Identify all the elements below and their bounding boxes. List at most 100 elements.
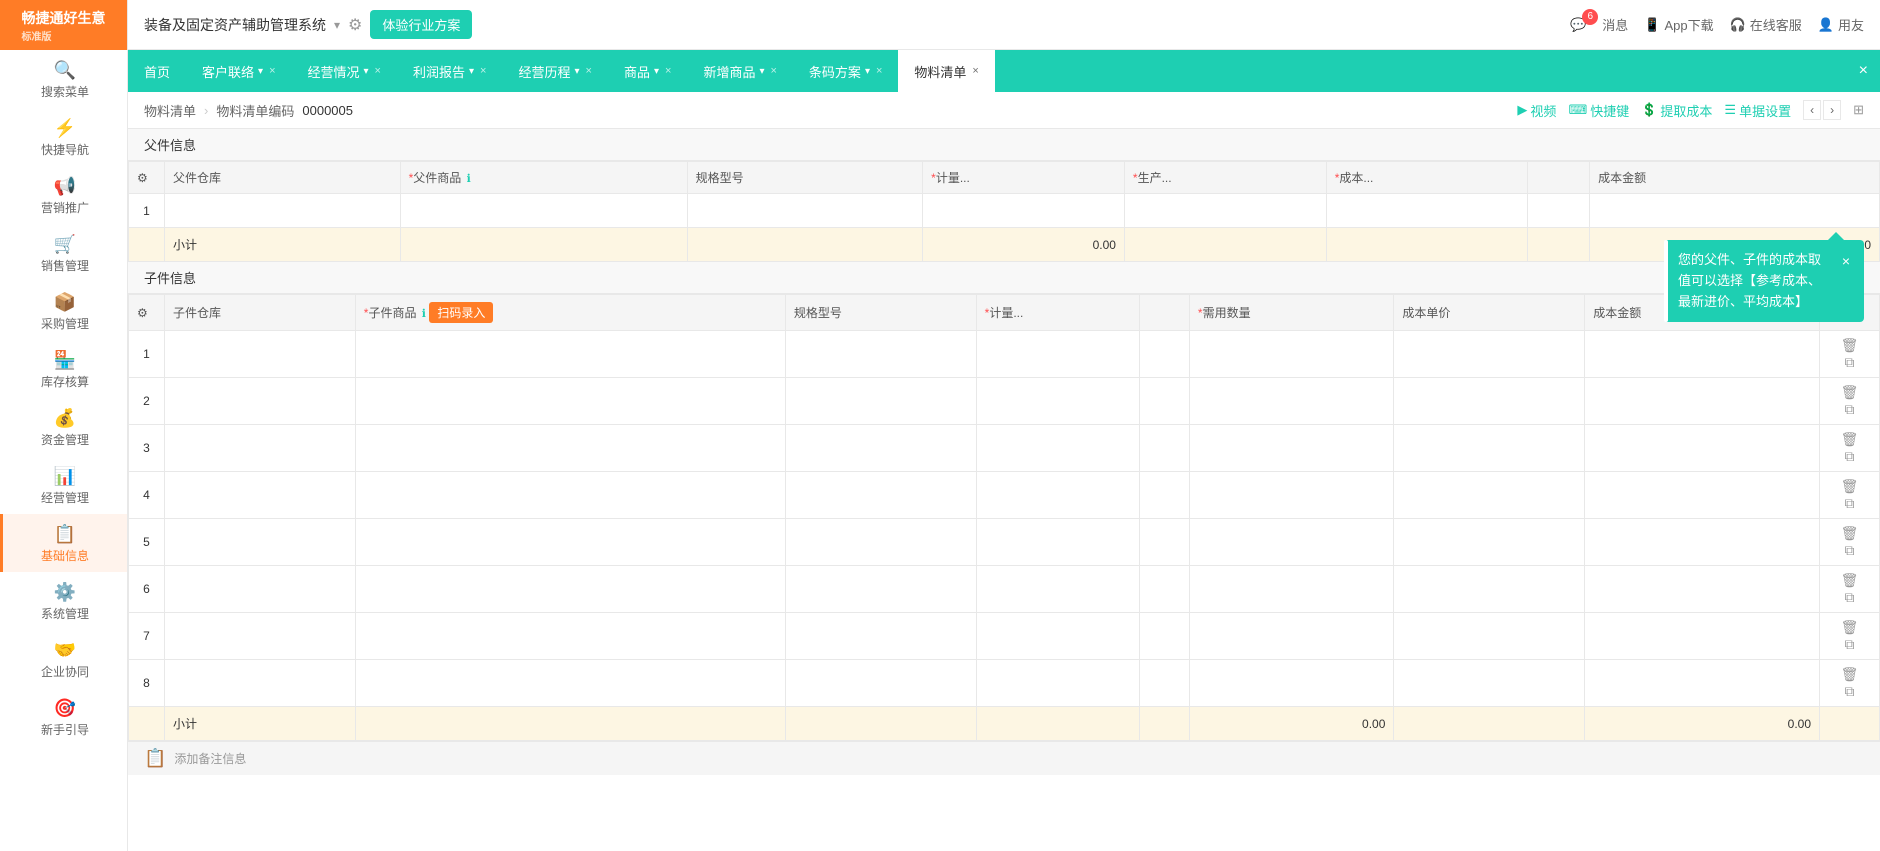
child-unit-cost-cell[interactable] bbox=[1394, 378, 1585, 425]
child-unit-cell[interactable] bbox=[976, 613, 1139, 660]
tab-product[interactable]: 商品 ▾ × bbox=[608, 50, 687, 92]
sidebar-item-system[interactable]: ⚙️ 系统管理 bbox=[0, 572, 127, 630]
child-unit-cost-cell[interactable] bbox=[1394, 331, 1585, 378]
delete-icon[interactable]: 🗑 bbox=[1841, 478, 1859, 494]
child-spec-cell[interactable] bbox=[785, 566, 976, 613]
child-product-cell[interactable] bbox=[355, 613, 785, 660]
child-spec-cell[interactable] bbox=[785, 378, 976, 425]
child-unit-cell[interactable] bbox=[976, 378, 1139, 425]
child-spec-cell[interactable] bbox=[785, 660, 976, 707]
settings-icon[interactable]: ⚙ bbox=[348, 15, 362, 35]
tab-profit[interactable]: 利润报告 ▾ × bbox=[397, 50, 502, 92]
child-product-cell[interactable] bbox=[355, 472, 785, 519]
child-quantity-cell[interactable] bbox=[1189, 519, 1393, 566]
copy-icon[interactable]: ⧉ bbox=[1845, 401, 1855, 417]
child-unit-cost-cell[interactable] bbox=[1394, 613, 1585, 660]
child-product-cell[interactable] bbox=[355, 566, 785, 613]
app-download-button[interactable]: 📱 App下载 bbox=[1644, 15, 1713, 34]
delete-icon[interactable]: 🗑 bbox=[1841, 525, 1859, 541]
sidebar-item-marketing[interactable]: 📢 营销推广 bbox=[0, 166, 127, 224]
child-product-cell[interactable] bbox=[355, 425, 785, 472]
nav-next-button[interactable]: › bbox=[1823, 100, 1841, 120]
nav-prev-button[interactable]: ‹ bbox=[1803, 100, 1821, 120]
copy-icon[interactable]: ⧉ bbox=[1845, 495, 1855, 511]
delete-icon[interactable]: 🗑 bbox=[1841, 666, 1859, 682]
tab-product-close[interactable]: × bbox=[665, 65, 671, 77]
sidebar-item-operations[interactable]: 📊 经营管理 bbox=[0, 456, 127, 514]
child-unit-cost-cell[interactable] bbox=[1394, 566, 1585, 613]
sidebar-item-guide[interactable]: 🎯 新手引导 bbox=[0, 688, 127, 746]
child-product-cell[interactable] bbox=[355, 378, 785, 425]
child-product-cell[interactable] bbox=[355, 519, 785, 566]
child-unit-cost-cell[interactable] bbox=[1394, 519, 1585, 566]
parent-cost-cell[interactable] bbox=[1326, 194, 1528, 228]
tab-operations-close[interactable]: × bbox=[375, 65, 381, 77]
sidebar-item-purchase[interactable]: 📦 采购管理 bbox=[0, 282, 127, 340]
child-quantity-cell[interactable] bbox=[1189, 331, 1393, 378]
close-all-tabs[interactable]: × bbox=[1847, 62, 1880, 80]
delete-icon[interactable]: 🗑 bbox=[1841, 384, 1859, 400]
child-unit-cell[interactable] bbox=[976, 331, 1139, 378]
sidebar-item-search[interactable]: 🔍 搜索菜单 bbox=[0, 50, 127, 108]
note-placeholder[interactable]: 添加备注信息 bbox=[174, 750, 246, 767]
copy-icon[interactable]: ⧉ bbox=[1845, 683, 1855, 699]
grid-view-icon[interactable]: ⊞ bbox=[1853, 102, 1864, 118]
child-warehouse-cell[interactable] bbox=[165, 566, 356, 613]
tab-home[interactable]: 首页 bbox=[128, 50, 186, 92]
delete-icon[interactable]: 🗑 bbox=[1841, 337, 1859, 353]
sidebar-item-sales[interactable]: 🛒 销售管理 bbox=[0, 224, 127, 282]
sidebar-item-quick-nav[interactable]: ⚡ 快捷导航 bbox=[0, 108, 127, 166]
sidebar-item-enterprise[interactable]: 🤝 企业协同 bbox=[0, 630, 127, 688]
online-service-button[interactable]: 🎧 在线客服 bbox=[1730, 15, 1802, 34]
sidebar-item-finance[interactable]: 💰 资金管理 bbox=[0, 398, 127, 456]
message-button[interactable]: 💬 6 消息 bbox=[1570, 15, 1628, 34]
child-spec-cell[interactable] bbox=[785, 472, 976, 519]
child-spec-cell[interactable] bbox=[785, 425, 976, 472]
child-unit-cell[interactable] bbox=[976, 660, 1139, 707]
tab-profit-close[interactable]: × bbox=[480, 65, 486, 77]
child-quantity-cell[interactable] bbox=[1189, 566, 1393, 613]
delete-icon[interactable]: 🗑 bbox=[1841, 572, 1859, 588]
child-quantity-cell[interactable] bbox=[1189, 660, 1393, 707]
child-warehouse-cell[interactable] bbox=[165, 660, 356, 707]
child-product-cell[interactable] bbox=[355, 660, 785, 707]
tab-customer-close[interactable]: × bbox=[269, 65, 275, 77]
tab-history-close[interactable]: × bbox=[586, 65, 592, 77]
parent-unit-cell[interactable] bbox=[923, 194, 1125, 228]
child-unit-cell[interactable] bbox=[976, 519, 1139, 566]
tooltip-close-button[interactable]: × bbox=[1842, 250, 1850, 272]
video-button[interactable]: ▶ 视频 bbox=[1517, 101, 1556, 120]
child-product-cell[interactable] bbox=[355, 331, 785, 378]
child-warehouse-cell[interactable] bbox=[165, 613, 356, 660]
tab-barcode[interactable]: 条码方案 ▾ × bbox=[793, 50, 898, 92]
cost-button[interactable]: 💲 提取成本 bbox=[1641, 101, 1712, 120]
child-quantity-cell[interactable] bbox=[1189, 613, 1393, 660]
child-unit-cell[interactable] bbox=[976, 425, 1139, 472]
child-warehouse-cell[interactable] bbox=[165, 425, 356, 472]
sidebar-item-basic[interactable]: 📋 基础信息 bbox=[0, 514, 127, 572]
child-warehouse-cell[interactable] bbox=[165, 378, 356, 425]
copy-icon[interactable]: ⧉ bbox=[1845, 589, 1855, 605]
tab-operations[interactable]: 经营情况 ▾ × bbox=[292, 50, 397, 92]
tab-barcode-close[interactable]: × bbox=[876, 65, 882, 77]
copy-icon[interactable]: ⧉ bbox=[1845, 542, 1855, 558]
child-warehouse-cell[interactable] bbox=[165, 331, 356, 378]
copy-icon[interactable]: ⧉ bbox=[1845, 354, 1855, 370]
child-quantity-cell[interactable] bbox=[1189, 425, 1393, 472]
child-spec-cell[interactable] bbox=[785, 519, 976, 566]
try-button[interactable]: 体验行业方案 bbox=[370, 10, 472, 39]
child-spec-cell[interactable] bbox=[785, 613, 976, 660]
child-warehouse-cell[interactable] bbox=[165, 519, 356, 566]
child-warehouse-cell[interactable] bbox=[165, 472, 356, 519]
tab-new-product[interactable]: 新增商品 ▾ × bbox=[687, 50, 792, 92]
copy-icon[interactable]: ⧉ bbox=[1845, 636, 1855, 652]
tab-bom-close[interactable]: × bbox=[972, 65, 978, 77]
child-spec-cell[interactable] bbox=[785, 331, 976, 378]
tab-new-product-close[interactable]: × bbox=[770, 65, 776, 77]
single-setting-button[interactable]: ☰ 单据设置 bbox=[1724, 101, 1791, 120]
user-menu[interactable]: 👤 用友 bbox=[1818, 15, 1864, 34]
delete-icon[interactable]: 🗑 bbox=[1841, 619, 1859, 635]
child-unit-cell[interactable] bbox=[976, 566, 1139, 613]
child-unit-cost-cell[interactable] bbox=[1394, 472, 1585, 519]
parent-production-cell[interactable] bbox=[1124, 194, 1326, 228]
